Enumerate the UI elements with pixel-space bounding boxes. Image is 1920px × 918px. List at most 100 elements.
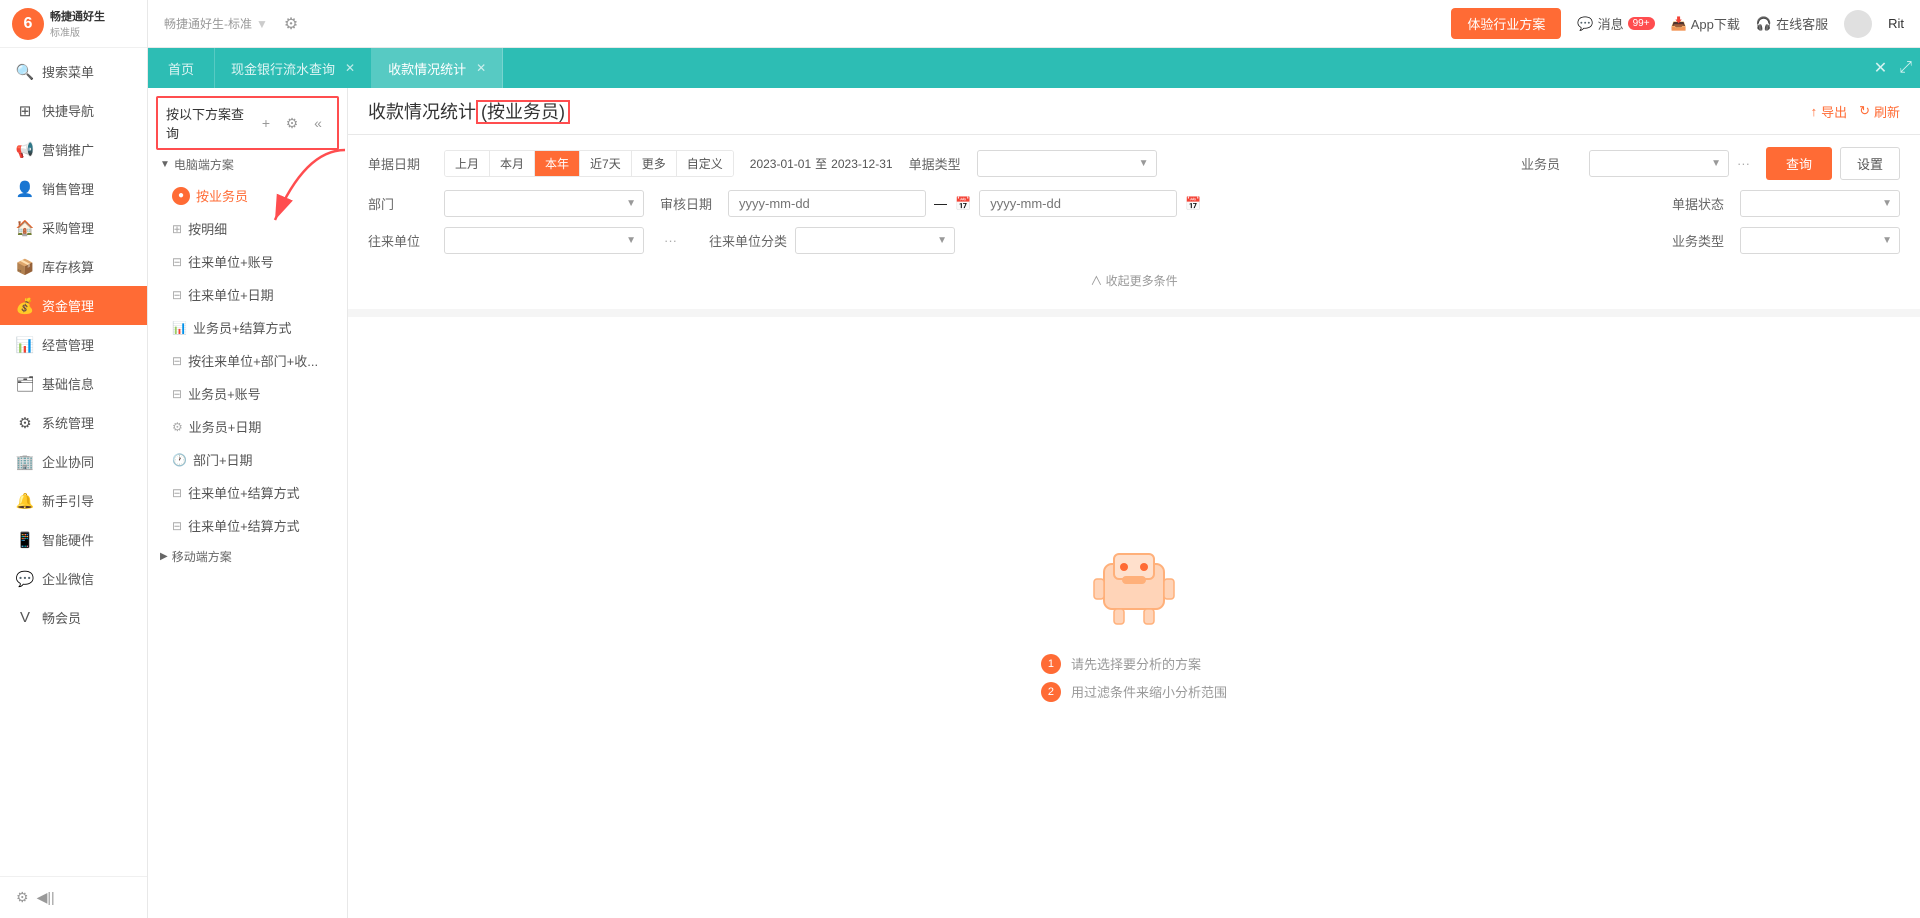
app-download-action[interactable]: 📥 App下载 [1671, 14, 1740, 33]
doc-status-select[interactable] [1740, 190, 1900, 217]
content-area: 按以下方案查询 + ⚙ « ▼ 电脑端方案 ● 按业务员 [148, 88, 1920, 918]
date-from: 2023-01-01 [750, 157, 811, 171]
sidebar-item-sales[interactable]: 👤 销售管理 [0, 169, 147, 208]
date-tab-lastmonth[interactable]: 上月 [445, 151, 490, 176]
online-service-action[interactable]: 🎧 在线客服 [1756, 14, 1828, 33]
scheme-by-unit-date[interactable]: ⊟ 往来单位+日期 [148, 278, 347, 311]
empty-state: 1 请先选择要分析的方案 2 用过滤条件来缩小分析范围 [348, 317, 1920, 918]
tab-receipts-close[interactable]: ✕ [476, 61, 486, 75]
scheme-by-salesperson-account[interactable]: ⊟ 业务员+账号 [148, 377, 347, 410]
calendar-to-icon[interactable]: 📅 [1185, 196, 1201, 212]
date-tabs: 上月 本月 本年 近7天 更多 自定义 [444, 150, 734, 177]
expand-window-icon[interactable]: ⤢ [1899, 59, 1912, 77]
settings-scheme-button[interactable]: ⚙ [281, 112, 303, 134]
biz-type-select[interactable] [1740, 227, 1900, 254]
collapse-panel-button[interactable]: « [307, 112, 329, 134]
scheme-by-salesperson-settle[interactable]: 📊 业务员+结算方式 [148, 311, 347, 344]
dept-select-wrapper [444, 190, 644, 217]
logo-area: 6 畅捷通好生 标准版 [0, 0, 147, 48]
scheme-by-detail[interactable]: ⊞ 按明细 [148, 212, 347, 245]
collapse-sidebar-icon[interactable]: ◀|| [37, 889, 55, 906]
desktop-section: ▼ 电脑端方案 ● 按业务员 ⊞ 按明细 ⊟ 往来单位+账号 [148, 150, 347, 542]
biz-type-select-wrapper [1740, 227, 1900, 254]
date-tab-more[interactable]: 更多 [632, 151, 677, 176]
sidebar-item-label: 畅会员 [42, 608, 81, 627]
close-window-icon[interactable]: ✕ [1874, 58, 1887, 78]
hardware-icon: 📱 [16, 531, 34, 549]
scheme-by-unit-settle1[interactable]: ⊟ 往来单位+结算方式 [148, 476, 347, 509]
query-button[interactable]: 查询 [1766, 147, 1832, 180]
review-date-from[interactable] [728, 190, 926, 217]
sidebar-item-guide[interactable]: 🔔 新手引导 [0, 481, 147, 520]
collapse-more-label: ∧ 收起更多条件 [1090, 272, 1177, 289]
salesperson-select[interactable] [1589, 150, 1729, 177]
refresh-button[interactable]: ↻ 刷新 [1859, 102, 1900, 121]
salesperson-select-wrapper [1589, 150, 1729, 177]
messages-action[interactable]: 💬 消息 99+ [1577, 14, 1654, 33]
expand-arrow-icon: ▼ [160, 159, 170, 170]
sidebar-item-basicinfo[interactable]: 🗂 基础信息 [0, 364, 147, 403]
tab-receipts[interactable]: 收款情况统计 ✕ [372, 48, 503, 88]
sidebar-item-purchase[interactable]: 🏠 采购管理 [0, 208, 147, 247]
grid2-icon: ⊟ [172, 255, 182, 269]
scheme-by-unit-account[interactable]: ⊟ 往来单位+账号 [148, 245, 347, 278]
dept-select[interactable] [444, 190, 644, 217]
sidebar-item-label: 企业微信 [42, 569, 94, 588]
grid3-icon: ⊟ [172, 288, 182, 302]
tabbar-controls: ✕ ⤢ [1866, 48, 1920, 88]
clock-icon: 🕐 [172, 453, 187, 467]
sales-icon: 👤 [16, 180, 34, 198]
settings-footer-icon[interactable]: ⚙ [16, 889, 29, 906]
scheme-by-salesperson[interactable]: ● 按业务员 [148, 179, 347, 212]
sidebar-item-finance[interactable]: 💰 资金管理 [0, 286, 147, 325]
tab-bank[interactable]: 现金银行流水查询 ✕ [215, 48, 372, 88]
partner-more-icon[interactable]: ··· [664, 233, 677, 248]
sidebar-item-system[interactable]: ⚙ 系统管理 [0, 403, 147, 442]
add-scheme-button[interactable]: + [255, 112, 277, 134]
date-tab-7days[interactable]: 近7天 [580, 151, 632, 176]
mobile-section-label: 移动端方案 [172, 548, 232, 565]
tab-home[interactable]: 首页 [148, 48, 215, 88]
partner-category-select-wrapper [795, 227, 955, 254]
sidebar-item-member[interactable]: V 畅会员 [0, 598, 147, 637]
date-tab-custom[interactable]: 自定义 [677, 151, 733, 176]
tab-receipts-label: 收款情况统计 [388, 59, 466, 78]
sidebar-item-marketing[interactable]: 📢 营销推广 [0, 130, 147, 169]
salesperson-more-icon[interactable]: ··· [1737, 156, 1750, 171]
settings-button[interactable]: 设置 [1840, 147, 1900, 180]
sidebar-item-quicknav[interactable]: ⊞ 快捷导航 [0, 91, 147, 130]
chart-icon: 📊 [172, 321, 187, 335]
partner-select[interactable] [444, 227, 644, 254]
scheme-by-unit-settle2[interactable]: ⊟ 往来单位+结算方式 [148, 509, 347, 542]
sidebar-item-hardware[interactable]: 📱 智能硬件 [0, 520, 147, 559]
sidebar-item-label: 系统管理 [42, 413, 94, 432]
mobile-section-title[interactable]: ▶ 移动端方案 [148, 542, 347, 571]
page-header: 收款情况统计(按业务员) ↑ 导出 ↻ 刷新 [348, 88, 1920, 135]
sidebar-item-search[interactable]: 🔍 搜索菜单 [0, 52, 147, 91]
user-avatar[interactable] [1844, 10, 1872, 38]
sidebar-item-inventory[interactable]: 📦 库存核算 [0, 247, 147, 286]
scheme-by-unit-dept[interactable]: ⊟ 按往来单位+部门+收... [148, 344, 347, 377]
desktop-section-title[interactable]: ▼ 电脑端方案 [148, 150, 347, 179]
collapse-more-button[interactable]: ∧ 收起更多条件 [368, 264, 1900, 297]
date-tab-thismonth[interactable]: 本月 [490, 151, 535, 176]
calendar-from-icon[interactable]: 📅 [955, 196, 971, 212]
step-2-num: 2 [1041, 682, 1061, 702]
scheme-by-dept-date[interactable]: 🕐 部门+日期 [148, 443, 347, 476]
export-button[interactable]: ↑ 导出 [1811, 102, 1848, 121]
demo-button[interactable]: 体验行业方案 [1451, 8, 1561, 39]
scheme-by-salesperson-date[interactable]: ⚙ 业务员+日期 [148, 410, 347, 443]
sidebar-item-operations[interactable]: 📊 经营管理 [0, 325, 147, 364]
sidebar-footer: ⚙ ◀|| [0, 876, 147, 918]
partner-category-select[interactable] [795, 227, 955, 254]
orange-circle-icon: ● [172, 187, 190, 205]
search-icon: 🔍 [16, 63, 34, 81]
gear-icon[interactable]: ⚙ [284, 14, 298, 34]
sidebar-item-corp[interactable]: 🏢 企业协同 [0, 442, 147, 481]
sidebar-item-wechat[interactable]: 💬 企业微信 [0, 559, 147, 598]
doc-type-select[interactable] [977, 150, 1157, 177]
date-tab-thisyear[interactable]: 本年 [535, 151, 580, 176]
review-date-to[interactable] [979, 190, 1177, 217]
tab-bank-close[interactable]: ✕ [345, 61, 355, 75]
right-panel: 收款情况统计(按业务员) ↑ 导出 ↻ 刷新 单据日期 [348, 88, 1920, 918]
